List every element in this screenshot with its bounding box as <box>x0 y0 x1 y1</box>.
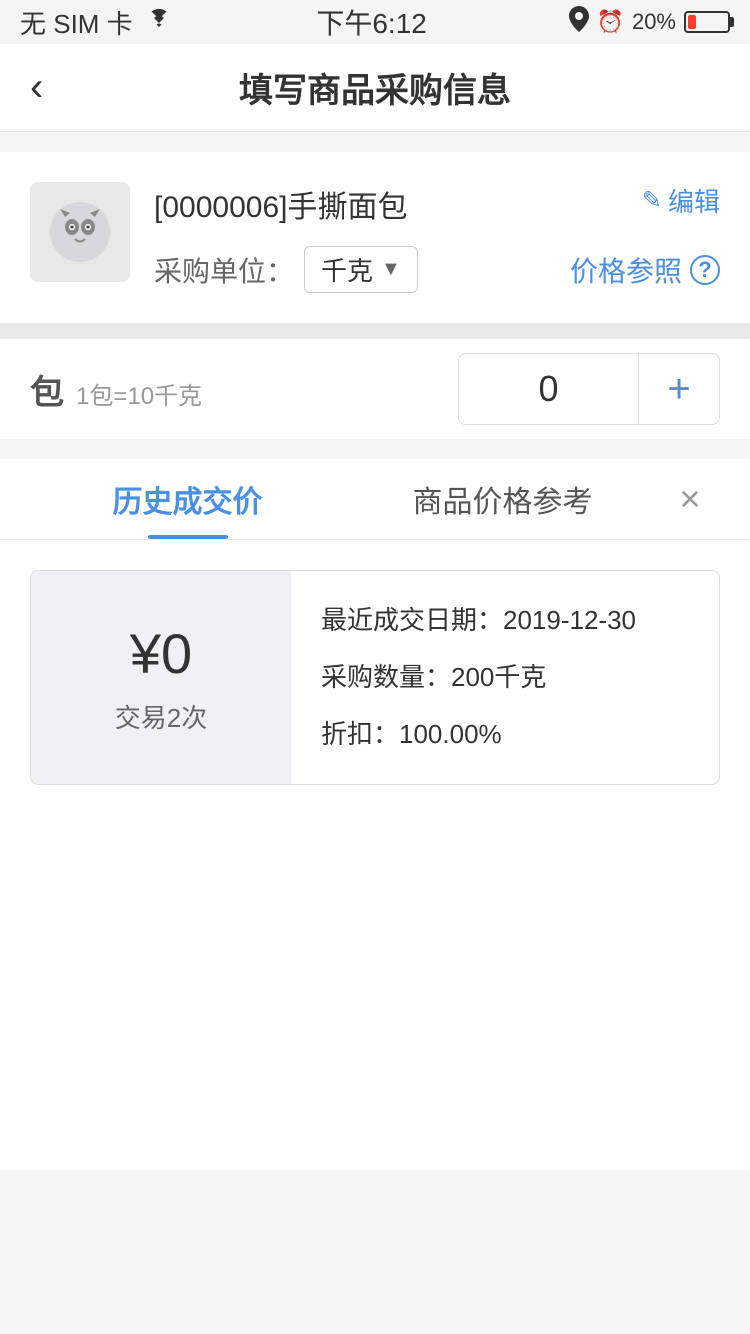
quantity-plus-button[interactable]: + <box>639 354 719 424</box>
edit-label: 编辑 <box>668 182 720 219</box>
unit-label: 采购单位： <box>154 250 294 290</box>
nav-bar: ‹ 填写商品采购信息 <box>0 44 750 132</box>
product-info: [0000006]手撕面包 ✎ 编辑 采购单位： 千克 ▼ 价格参照 ? <box>154 182 720 293</box>
price-transactions: 交易2次 <box>115 698 207 735</box>
purchase-quantity-label: 采购数量： <box>321 662 451 692</box>
product-card: [0000006]手撕面包 ✎ 编辑 采购单位： 千克 ▼ 价格参照 ? <box>0 152 750 323</box>
tab-product-price-ref[interactable]: 商品价格参考 <box>345 459 660 539</box>
location-icon <box>569 6 589 38</box>
battery-percent: 20% <box>632 9 676 35</box>
price-card-left: ¥0 交易2次 <box>31 571 291 784</box>
purchase-quantity-value: 200千克 <box>451 662 546 692</box>
tab-content-area: ¥0 交易2次 最近成交日期：2019-12-30 采购数量：200千克 折扣：… <box>0 570 750 1170</box>
unit-select[interactable]: 千克 ▼ <box>304 246 418 293</box>
price-card: ¥0 交易2次 最近成交日期：2019-12-30 采购数量：200千克 折扣：… <box>30 570 720 785</box>
tabs-close-button[interactable]: × <box>660 459 720 539</box>
quantity-input[interactable] <box>459 354 639 424</box>
status-bar: 无 SIM 卡 下午6:12 ⏰ 20% <box>0 0 750 44</box>
tab-active-indicator <box>148 535 228 539</box>
recent-date-label: 最近成交日期： <box>321 605 503 635</box>
wifi-icon <box>143 7 175 38</box>
page-title: 填写商品采购信息 <box>239 63 511 112</box>
section-divider <box>0 323 750 339</box>
price-currency: ¥ <box>130 622 161 685</box>
battery-icon <box>684 11 730 33</box>
quantity-label: 包 1包=10千克 <box>30 365 202 414</box>
price-ref-label: 价格参照 <box>570 250 682 290</box>
recent-date-row: 最近成交日期：2019-12-30 <box>321 601 689 640</box>
status-left: 无 SIM 卡 <box>20 4 175 41</box>
tabs-header: 历史成交价 商品价格参考 × <box>0 459 750 540</box>
price-value: 0 <box>161 622 192 685</box>
sim-label: 无 SIM 卡 <box>20 4 133 41</box>
price-amount: ¥0 <box>130 621 192 686</box>
purchase-quantity-row: 采购数量：200千克 <box>321 658 689 697</box>
alarm-icon: ⏰ <box>597 9 624 35</box>
status-right: ⏰ 20% <box>569 6 730 38</box>
tabs-section: 历史成交价 商品价格参考 × ¥0 交易2次 最近成交日期：2019-12-30… <box>0 459 750 1170</box>
price-ref-button[interactable]: 价格参照 ? <box>570 250 720 290</box>
quantity-hint: 1包=10千克 <box>76 376 202 411</box>
edit-button[interactable]: ✎ 编辑 <box>642 182 720 219</box>
price-ref-help-icon: ? <box>690 255 720 285</box>
unit-value: 千克 <box>321 251 373 288</box>
product-name: [0000006]手撕面包 <box>154 182 407 226</box>
tab-history-price[interactable]: 历史成交价 <box>30 459 345 539</box>
discount-label: 折扣： <box>321 719 399 749</box>
discount-value: 100.00% <box>399 719 502 749</box>
back-button[interactable]: ‹ <box>30 65 43 110</box>
status-time: 下午6:12 <box>316 2 427 42</box>
discount-row: 折扣：100.00% <box>321 715 689 754</box>
product-thumbnail <box>30 182 130 282</box>
quantity-unit: 包 <box>30 365 64 414</box>
recent-date-value: 2019-12-30 <box>503 605 636 635</box>
dropdown-arrow-icon: ▼ <box>381 258 401 281</box>
tab-product-price-ref-label: 商品价格参考 <box>413 477 593 521</box>
price-card-right: 最近成交日期：2019-12-30 采购数量：200千克 折扣：100.00% <box>291 571 719 784</box>
quantity-row: 包 1包=10千克 + <box>0 339 750 439</box>
tab-history-price-label: 历史成交价 <box>113 477 263 521</box>
quantity-control: + <box>458 353 720 425</box>
edit-icon: ✎ <box>642 186 662 215</box>
